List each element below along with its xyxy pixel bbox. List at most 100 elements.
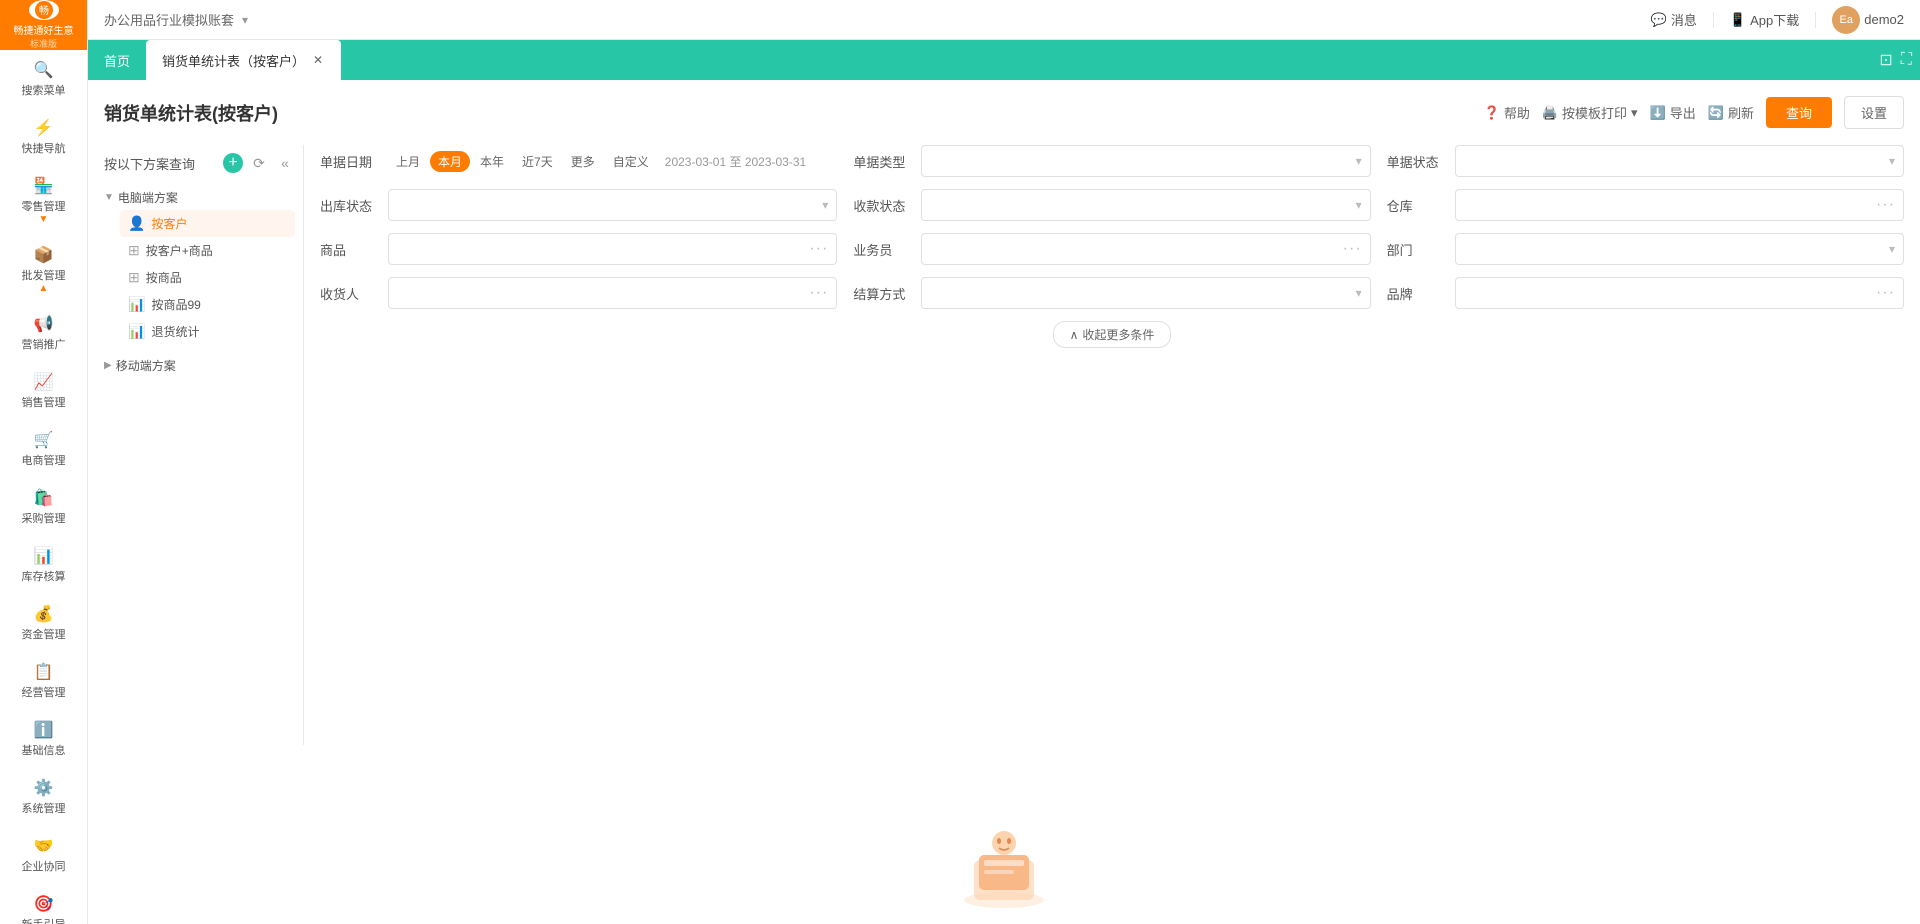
tab-close-icon[interactable]: ✕ (311, 53, 325, 67)
message-button[interactable]: 💬 消息 (1651, 10, 1697, 29)
scheme-item-goods99[interactable]: 📊 按商品99 (120, 291, 295, 318)
warehouse-label: 仓库 (1387, 196, 1447, 215)
settlement-control[interactable]: ▾ (921, 277, 1370, 309)
sidebar-item-finance[interactable]: 💰 资金管理 (0, 594, 87, 652)
refresh-label: 刷新 (1728, 103, 1754, 122)
purchase-icon: 🛍️ (34, 488, 54, 508)
filter-row-1: 单据日期 上月 本月 本年 近7天 更多 自定义 20 (320, 145, 1904, 177)
sidebar-item-retail[interactable]: 🏪 零售管理 ▼ (0, 166, 87, 235)
sidebar-item-purchase[interactable]: 🛍️ 采购管理 (0, 478, 87, 536)
scheme-group-desktop-title[interactable]: ▼ 电脑端方案 (104, 185, 295, 210)
print-dropdown-icon[interactable]: ▾ (1631, 105, 1638, 121)
sidebar-label-retail: 零售管理 (22, 198, 66, 214)
brand-label: 品牌 (1387, 284, 1447, 303)
content-area: 按以下方案查询 + ⟳ « ▼ 电脑端方案 (104, 145, 1904, 745)
empty-state: 1 请先选择要分析的方案 2 用过滤条件来缩小分析范围 (104, 745, 1904, 924)
customer-scheme-label: 按客户 (151, 215, 187, 232)
topbar-dropdown-icon[interactable]: ▾ (242, 13, 248, 27)
brand-control[interactable]: ··· (1455, 277, 1904, 309)
filter-dept: 部门 ▾ (1387, 233, 1904, 265)
goods-control[interactable]: ··· (388, 233, 837, 265)
scheme-item-goods[interactable]: ⊞ 按商品 (120, 264, 295, 291)
group-expand-icon: ▼ (104, 192, 114, 203)
collapse-row: ∧ 收起更多条件 (320, 321, 1904, 348)
sidebar-item-inventory[interactable]: 📊 库存核算 (0, 536, 87, 594)
date-tab-thisyear[interactable]: 本年 (472, 151, 512, 172)
help-button[interactable]: ❓ 帮助 (1484, 103, 1530, 122)
scheme-item-customer[interactable]: 👤 按客户 (120, 210, 295, 237)
date-tab-lastmonth[interactable]: 上月 (388, 151, 428, 172)
sidebar-item-operation[interactable]: 📋 经营管理 (0, 652, 87, 710)
tab-minimize-icon[interactable]: ⊡ (1879, 50, 1892, 70)
sidebar-item-basic[interactable]: ℹ️ 基础信息 (0, 710, 87, 768)
sidebar-label-basic: 基础信息 (22, 742, 66, 758)
doc-type-control[interactable]: ▾ (921, 145, 1370, 177)
scheme-collapse-button[interactable]: « (275, 153, 295, 173)
customer-scheme-icon: 👤 (128, 215, 145, 232)
tab-actions: ⊡ ⛶ (1879, 50, 1920, 70)
sidebar-item-collab[interactable]: 🤝 企业协同 (0, 826, 87, 884)
sidebar-item-marketing[interactable]: 📢 营销推广 (0, 304, 87, 362)
payment-status-control[interactable]: ▾ (921, 189, 1370, 221)
group-name-desktop: 电脑端方案 (118, 189, 178, 206)
tab-sales-stat[interactable]: 销货单统计表（按客户） ✕ (146, 40, 341, 80)
collapse-button[interactable]: ∧ 收起更多条件 (1053, 321, 1172, 348)
sidebar-label-collab: 企业协同 (22, 858, 66, 874)
filter-goods: 商品 ··· (320, 233, 837, 265)
filter-staff: 业务员 ··· (853, 233, 1370, 265)
date-tabs: 上月 本月 本年 近7天 更多 自定义 (388, 151, 657, 172)
sidebar-item-guide[interactable]: 🎯 新手引导 (0, 884, 87, 924)
sidebar-item-quicknav[interactable]: ⚡ 快捷导航 (0, 108, 87, 166)
receiver-control[interactable]: ··· (388, 277, 837, 309)
inventory-icon: 📊 (34, 546, 54, 566)
username-label: demo2 (1864, 12, 1904, 27)
query-button[interactable]: 查询 (1766, 97, 1832, 128)
scheme-add-button[interactable]: + (223, 153, 243, 173)
date-tab-7days[interactable]: 近7天 (514, 151, 561, 172)
date-tab-custom[interactable]: 自定义 (605, 151, 657, 172)
sales-icon: 📈 (34, 372, 54, 392)
goods-dots: ··· (809, 240, 828, 258)
date-tab-more[interactable]: 更多 (563, 151, 603, 172)
scheme-group-mobile-title[interactable]: ▶ 移动端方案 (104, 353, 295, 378)
sidebar-item-wholesale[interactable]: 📦 批发管理 ▲ (0, 235, 87, 304)
scheme-header: 按以下方案查询 + ⟳ « (104, 145, 295, 181)
app-download-button[interactable]: 📱 App下载 (1730, 10, 1799, 29)
settlement-arrow: ▾ (1356, 286, 1362, 300)
user-menu[interactable]: Ea demo2 (1832, 6, 1904, 34)
dept-control[interactable]: ▾ (1455, 233, 1904, 265)
scheme-refresh-button[interactable]: ⟳ (249, 153, 269, 173)
date-filter-control: 上月 本月 本年 近7天 更多 自定义 2023-03-01 至 2023-03… (388, 151, 837, 172)
goods-scheme-icon: ⊞ (128, 269, 140, 286)
tab-home[interactable]: 首页 (88, 40, 146, 80)
scheme-item-return[interactable]: 📊 退货统计 (120, 318, 295, 345)
sidebar-item-system[interactable]: ⚙️ 系统管理 (0, 768, 87, 826)
out-status-control[interactable]: ▾ (388, 189, 837, 221)
warehouse-control[interactable]: ··· (1455, 189, 1904, 221)
scheme-item-customer-goods[interactable]: ⊞ 按客户+商品 (120, 237, 295, 264)
sidebar-label-quicknav: 快捷导航 (22, 140, 66, 156)
export-button[interactable]: ⬇️ 导出 (1650, 103, 1696, 122)
message-label: 消息 (1671, 10, 1697, 29)
print-button[interactable]: 🖨️ 按模板打印 ▾ (1542, 103, 1638, 122)
mobile-group-expand-icon: ▶ (104, 360, 112, 371)
doc-status-control[interactable]: ▾ (1455, 145, 1904, 177)
sidebar-item-sales[interactable]: 📈 销售管理 (0, 362, 87, 420)
filter-doc-status: 单据状态 ▾ (1387, 145, 1904, 177)
staff-control[interactable]: ··· (921, 233, 1370, 265)
settings-button[interactable]: 设置 (1844, 96, 1904, 129)
filter-row-4: 收货人 ··· 结算方式 ▾ (320, 277, 1904, 309)
refresh-button[interactable]: 🔄 刷新 (1708, 103, 1754, 122)
filter-out-status: 出库状态 ▾ (320, 189, 837, 221)
sidebar-item-ecommerce[interactable]: 🛒 电商管理 (0, 420, 87, 478)
sidebar-label-sales: 销售管理 (22, 394, 66, 410)
app-download-label: App下载 (1750, 10, 1799, 29)
collapse-label: 收起更多条件 (1082, 326, 1154, 343)
date-tab-thismonth[interactable]: 本月 (430, 151, 470, 172)
filter-warehouse: 仓库 ··· (1387, 189, 1904, 221)
tab-maximize-icon[interactable]: ⛶ (1901, 51, 1912, 69)
return-scheme-label: 退货统计 (151, 323, 199, 340)
sidebar-item-search[interactable]: 🔍 搜索菜单 (0, 50, 87, 108)
app-logo: 畅 畅捷通好生意 标准版 (0, 0, 88, 50)
filter-row-2: 出库状态 ▾ 收款状态 ▾ (320, 189, 1904, 221)
